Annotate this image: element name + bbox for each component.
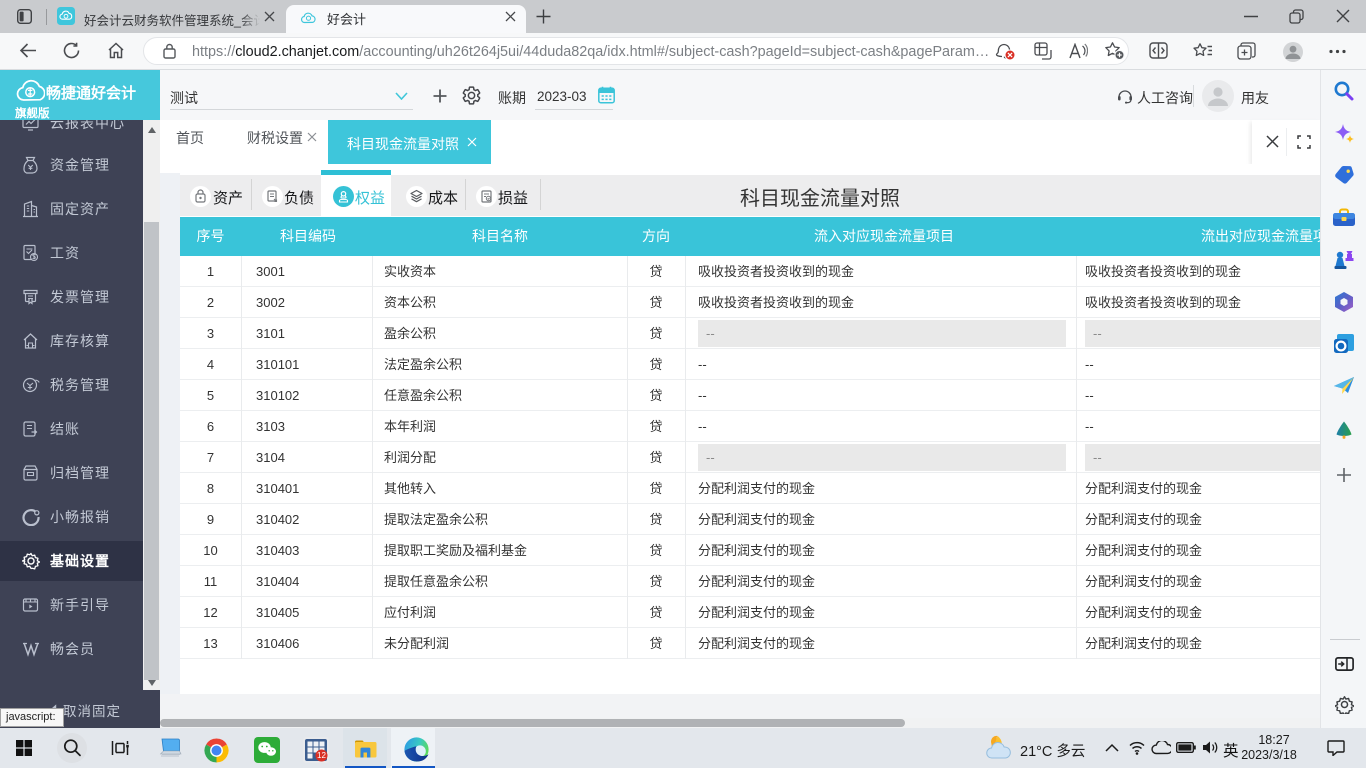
svg-text:12: 12 (317, 751, 326, 760)
